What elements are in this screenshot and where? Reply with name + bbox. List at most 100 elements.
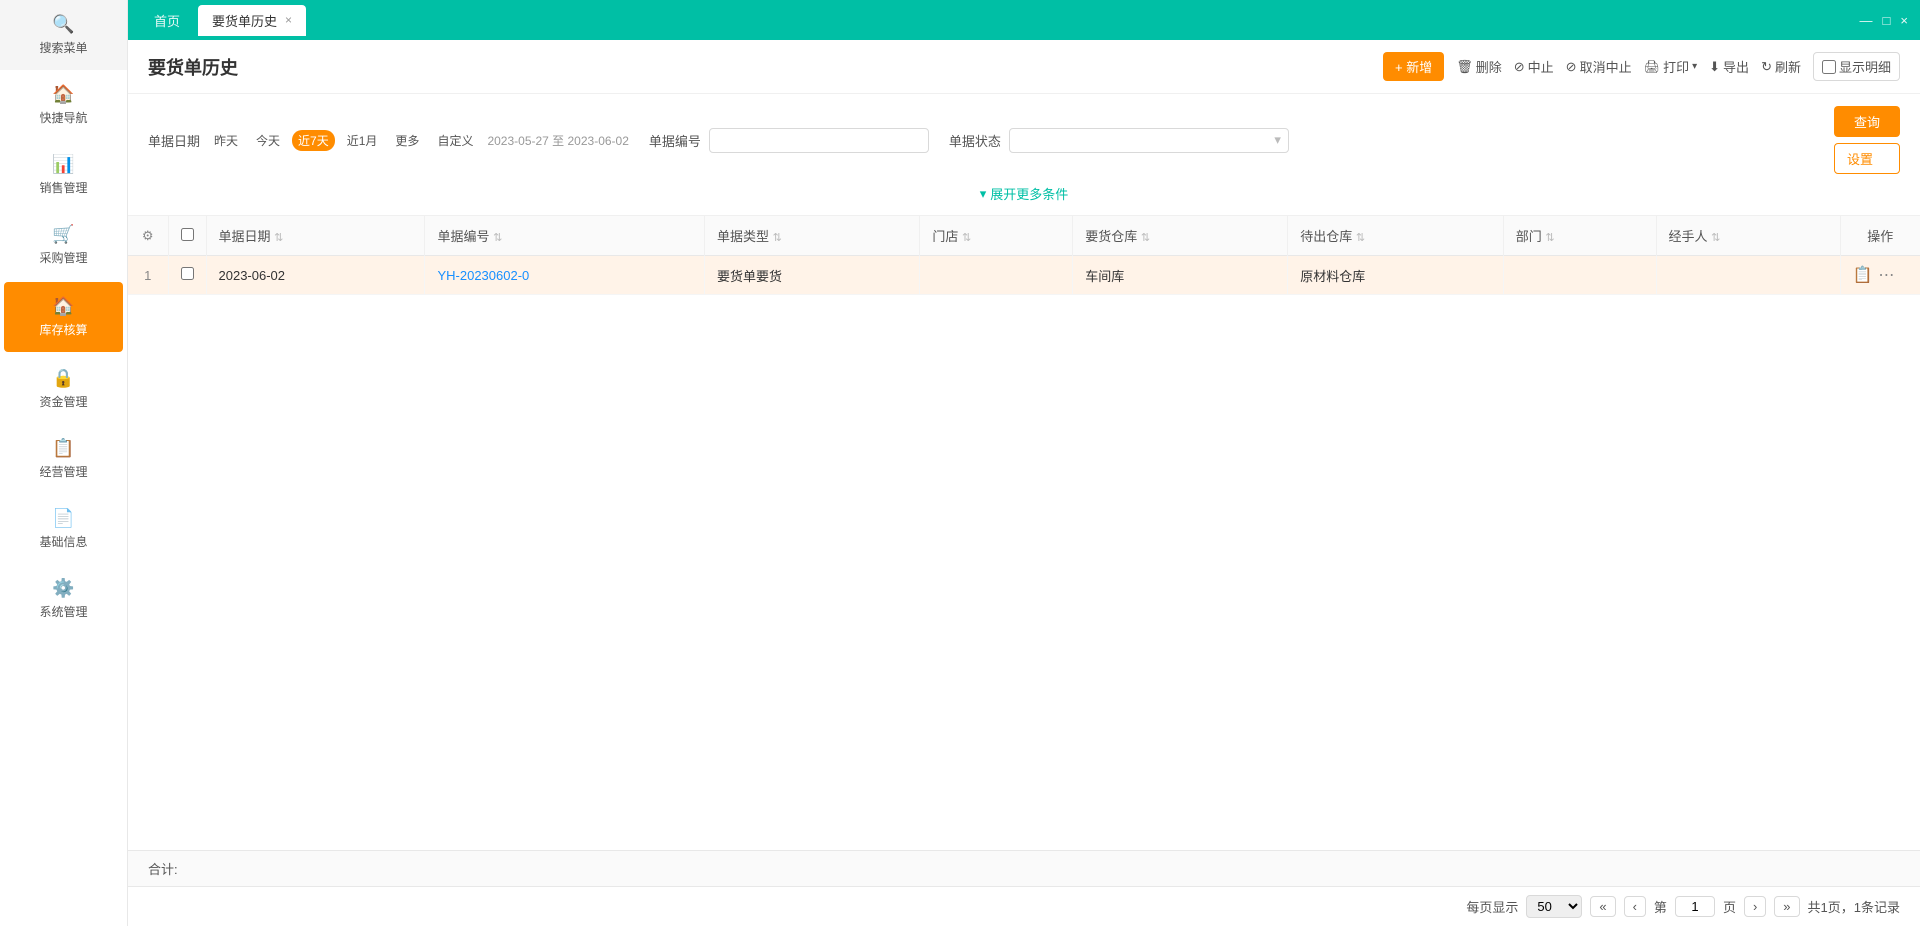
col-settings[interactable]: ⚙ bbox=[128, 216, 168, 256]
toolbar: + 新增 🗑 删除 ⊘ 中止 ⊘ 取消中止 🖨 打印 ▾ bbox=[1383, 52, 1900, 81]
col-shop[interactable]: 门店 ⇅ bbox=[920, 216, 1073, 256]
prev-page-btn[interactable]: ‹ bbox=[1624, 896, 1646, 917]
delete-button[interactable]: 🗑 删除 bbox=[1456, 57, 1502, 76]
date-filter-group: 单据日期 昨天 今天 近7天 近1月 更多 自定义 2023-05-27 至 2… bbox=[148, 130, 629, 151]
table-row: 1 2023-06-02 YH-20230602-0 要货单要货 车间库 原材料… bbox=[128, 256, 1920, 295]
footer-total-label: 合计: bbox=[148, 859, 178, 878]
filter-area: 单据日期 昨天 今天 近7天 近1月 更多 自定义 2023-05-27 至 2… bbox=[128, 94, 1920, 216]
tab-home-label: 首页 bbox=[154, 11, 180, 30]
next-page-btn[interactable]: › bbox=[1744, 896, 1766, 917]
row-num: 1 bbox=[128, 256, 168, 295]
stop-label: 中止 bbox=[1528, 57, 1554, 76]
operation-icon: 📋 bbox=[52, 438, 74, 459]
date-shortcut-more[interactable]: 更多 bbox=[389, 130, 425, 151]
stop-button[interactable]: ⊘ 中止 bbox=[1514, 57, 1554, 76]
col-handler[interactable]: 经手人 ⇅ bbox=[1656, 216, 1840, 256]
cancel-stop-label: 取消中止 bbox=[1580, 57, 1632, 76]
last-page-btn[interactable]: » bbox=[1774, 896, 1799, 917]
tab-active-label: 要货单历史 bbox=[212, 11, 277, 30]
window-close-icon[interactable]: × bbox=[1900, 13, 1908, 28]
first-page-btn[interactable]: « bbox=[1590, 896, 1615, 917]
display-detail-checkbox[interactable] bbox=[1822, 60, 1836, 74]
expand-more-btn[interactable]: ▾ 展开更多条件 bbox=[980, 184, 1069, 203]
new-button[interactable]: + 新增 bbox=[1383, 52, 1444, 81]
date-shortcut-7days[interactable]: 近7天 bbox=[292, 130, 335, 151]
col-shop-sort: ⇅ bbox=[962, 232, 971, 244]
stop-icon: ⊘ bbox=[1514, 59, 1525, 75]
sidebar-item-search[interactable]: 🔍 搜索菜单 bbox=[0, 0, 127, 70]
col-doc-type[interactable]: 单据类型 ⇅ bbox=[704, 216, 919, 256]
table-header: ⚙ 单据日期 ⇅ 单据编号 ⇅ 单据类型 bbox=[128, 216, 1920, 256]
date-shortcuts: 昨天 今天 近7天 近1月 更多 自定义 bbox=[208, 130, 479, 151]
col-date[interactable]: 单据日期 ⇅ bbox=[206, 216, 425, 256]
sidebar-item-operation[interactable]: 📋 经营管理 bbox=[0, 424, 127, 494]
export-button[interactable]: ⬇ 导出 bbox=[1709, 57, 1749, 76]
cancel-stop-button[interactable]: ⊘ 取消中止 bbox=[1566, 57, 1632, 76]
date-shortcut-yesterday[interactable]: 昨天 bbox=[208, 130, 244, 151]
sidebar-item-purchase[interactable]: 🛒 采购管理 bbox=[0, 210, 127, 280]
row-edit-icon[interactable]: 📋 bbox=[1853, 265, 1873, 285]
col-doc-no-label: 单据编号 bbox=[437, 229, 489, 244]
tab-active[interactable]: 要货单历史 × bbox=[198, 5, 306, 36]
page-title: 要货单历史 bbox=[148, 54, 1375, 80]
col-dept[interactable]: 部门 ⇅ bbox=[1503, 216, 1656, 256]
row-handler bbox=[1656, 256, 1840, 295]
content-area: 要货单历史 + 新增 🗑 删除 ⊘ 中止 ⊘ 取消中止 🖨 打印 bbox=[128, 40, 1920, 926]
date-shortcut-custom[interactable]: 自定义 bbox=[431, 130, 479, 151]
system-icon: ⚙️ bbox=[52, 578, 74, 599]
sidebar-item-label: 搜索菜单 bbox=[39, 39, 87, 56]
sidebar-item-label: 快捷导航 bbox=[39, 109, 87, 126]
window-minimize-icon[interactable]: — bbox=[1860, 13, 1873, 28]
sidebar-item-basic[interactable]: 📄 基础信息 bbox=[0, 494, 127, 564]
finance-icon: 🔒 bbox=[52, 368, 74, 389]
col-doc-type-label: 单据类型 bbox=[717, 229, 769, 244]
date-range-text: 2023-05-27 至 2023-06-02 bbox=[487, 132, 628, 149]
sidebar: 🔍 搜索菜单 🏠 快捷导航 📊 销售管理 🛒 采购管理 🏠 库存核算 🔒 资金管… bbox=[0, 0, 128, 926]
window-maximize-icon[interactable]: □ bbox=[1883, 13, 1891, 28]
sales-icon: 📊 bbox=[52, 154, 74, 175]
col-action: 操作 bbox=[1840, 216, 1920, 256]
sidebar-item-quick-nav[interactable]: 🏠 快捷导航 bbox=[0, 70, 127, 140]
select-all-checkbox[interactable] bbox=[181, 228, 194, 241]
display-detail-button[interactable]: 显示明细 bbox=[1813, 52, 1900, 81]
tab-home[interactable]: 首页 bbox=[140, 5, 194, 36]
tab-close-icon[interactable]: × bbox=[285, 13, 292, 27]
sidebar-item-label: 经营管理 bbox=[39, 463, 87, 480]
row-doc-no-link[interactable]: YH-20230602-0 bbox=[437, 268, 529, 283]
export-label: 导出 bbox=[1723, 57, 1749, 76]
sidebar-item-label: 资金管理 bbox=[39, 393, 87, 410]
print-button[interactable]: 🖨 打印 ▾ bbox=[1644, 57, 1698, 76]
query-button[interactable]: 查询 bbox=[1834, 106, 1900, 137]
filter-right-buttons: 查询 设置 bbox=[1834, 106, 1900, 174]
sidebar-item-label: 系统管理 bbox=[39, 603, 87, 620]
sidebar-item-sales[interactable]: 📊 销售管理 bbox=[0, 140, 127, 210]
col-action-label: 操作 bbox=[1867, 229, 1893, 244]
action-icons: 📋 ⋯ bbox=[1853, 265, 1909, 285]
row-checkbox[interactable] bbox=[181, 267, 194, 280]
page-number-input[interactable] bbox=[1675, 896, 1715, 917]
settings-button[interactable]: 设置 bbox=[1834, 143, 1900, 174]
status-input[interactable] bbox=[1009, 128, 1289, 153]
row-doc-no: YH-20230602-0 bbox=[425, 256, 705, 295]
date-shortcut-today[interactable]: 今天 bbox=[250, 130, 286, 151]
col-req-warehouse[interactable]: 要货仓库 ⇅ bbox=[1073, 216, 1288, 256]
doc-no-input[interactable] bbox=[709, 128, 929, 153]
page-header: 要货单历史 + 新增 🗑 删除 ⊘ 中止 ⊘ 取消中止 🖨 打印 bbox=[128, 40, 1920, 94]
sidebar-item-system[interactable]: ⚙️ 系统管理 bbox=[0, 564, 127, 634]
date-shortcut-1month[interactable]: 近1月 bbox=[341, 130, 384, 151]
col-doc-no[interactable]: 单据编号 ⇅ bbox=[425, 216, 705, 256]
sidebar-item-inventory[interactable]: 🏠 库存核算 bbox=[4, 282, 123, 352]
expand-row: ▾ 展开更多条件 bbox=[148, 184, 1900, 203]
doc-no-label: 单据编号 bbox=[649, 131, 701, 150]
col-pending-warehouse[interactable]: 待出仓库 ⇅ bbox=[1288, 216, 1503, 256]
row-date: 2023-06-02 bbox=[206, 256, 425, 295]
per-page-select[interactable]: 50 100 200 bbox=[1526, 895, 1582, 918]
row-more-icon[interactable]: ⋯ bbox=[1878, 265, 1894, 285]
sidebar-item-finance[interactable]: 🔒 资金管理 bbox=[0, 354, 127, 424]
export-icon: ⬇ bbox=[1709, 59, 1720, 75]
expand-icon: ▾ bbox=[980, 186, 987, 202]
table-container: ⚙ 单据日期 ⇅ 单据编号 ⇅ 单据类型 bbox=[128, 216, 1920, 850]
col-date-sort: ⇅ bbox=[274, 232, 283, 244]
refresh-button[interactable]: ↻ 刷新 bbox=[1761, 57, 1801, 76]
sidebar-item-label: 库存核算 bbox=[39, 321, 87, 338]
